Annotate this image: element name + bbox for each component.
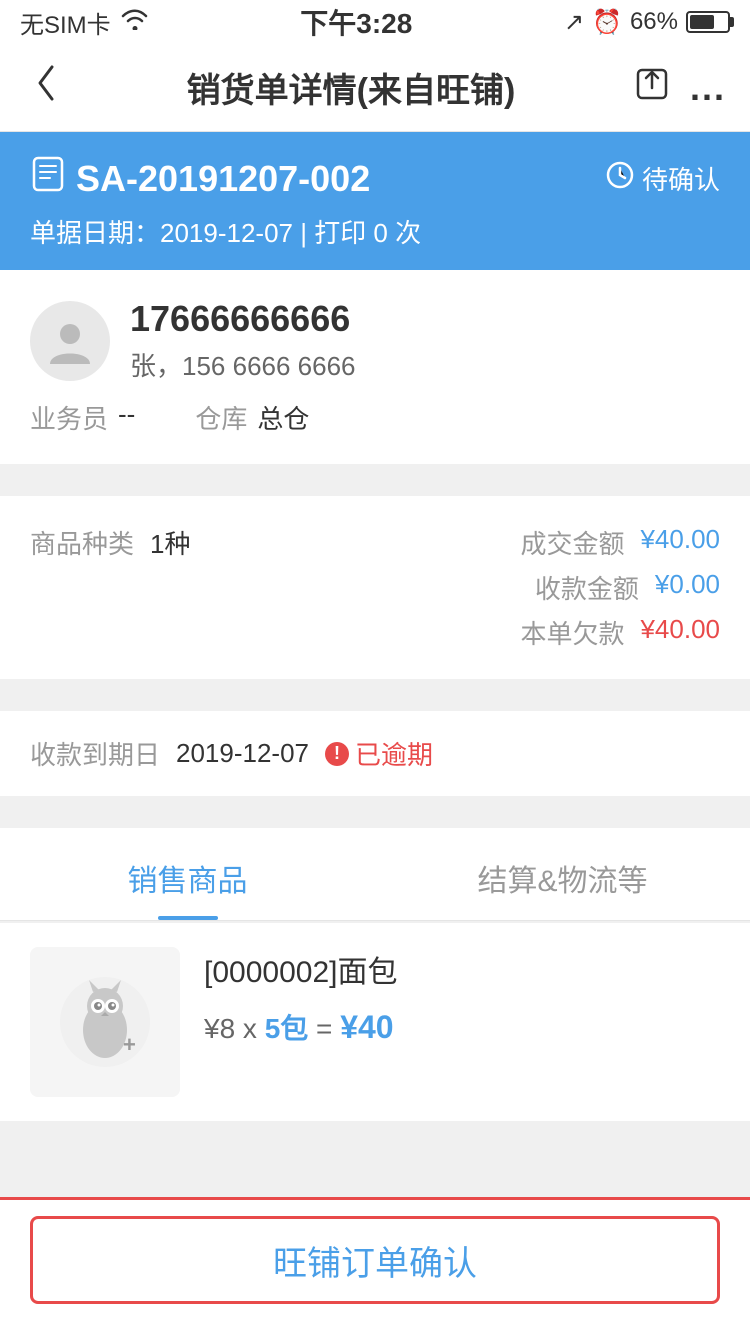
customer-info: 17666666666 张，156 6666 6666: [130, 298, 356, 383]
divider-2: [0, 695, 750, 711]
equals: =: [308, 1013, 340, 1044]
overdue-icon: !: [325, 742, 349, 766]
svg-text:+: +: [123, 1032, 136, 1057]
summary-left: 商品种类 1种: [30, 524, 190, 561]
order-id: SA-20191207-002: [30, 156, 370, 201]
tabs-container: 销售商品 结算&物流等: [0, 828, 750, 921]
wifi-icon: [121, 8, 149, 37]
more-icon[interactable]: ...: [690, 67, 726, 109]
back-button[interactable]: [24, 53, 68, 122]
customer-phone: 17666666666: [130, 298, 356, 340]
status-bar-left: 无SIM卡: [20, 5, 149, 40]
nav-bar: 销货单详情(来自旺铺) ...: [0, 44, 750, 132]
warehouse-value: 总仓: [257, 399, 309, 436]
tabs: 销售商品 结算&物流等: [0, 828, 750, 921]
product-image: +: [30, 947, 180, 1097]
order-icon: [30, 156, 66, 201]
price-unit: ¥8 x: [204, 1013, 265, 1044]
customer-card: 17666666666 张，156 6666 6666 业务员 -- 仓库 总仓: [0, 270, 750, 464]
product-price: ¥8 x 5包 = ¥40: [204, 1007, 720, 1047]
owed-label: 本单欠款: [520, 614, 624, 651]
alarm-icon: ⏰: [592, 8, 622, 37]
avatar: [30, 301, 110, 381]
order-date: 单据日期：2019-12-07 | 打印 0 次: [30, 213, 720, 250]
clock-icon: [606, 161, 634, 196]
salesperson-item: 业务员 --: [30, 399, 135, 436]
product-name: [0000002]面包: [204, 947, 720, 991]
owed-row: 本单欠款 ¥40.00: [520, 614, 720, 651]
order-header-top: SA-20191207-002 待确认: [30, 156, 720, 201]
quantity: 5包: [265, 1013, 309, 1044]
product-types-value: 1种: [150, 524, 190, 561]
warehouse-label: 仓库: [195, 399, 247, 436]
customer-meta: 业务员 -- 仓库 总仓: [30, 399, 720, 436]
tab-settlement[interactable]: 结算&物流等: [375, 828, 750, 920]
product-info: [0000002]面包 ¥8 x 5包 = ¥40: [204, 947, 720, 1047]
carrier-text: 无SIM卡: [20, 5, 111, 40]
overdue-badge: ! 已逾期: [325, 735, 433, 772]
received-value: ¥0.00: [655, 569, 720, 606]
received-label: 收款金额: [535, 569, 639, 606]
location-icon: ↗: [564, 8, 584, 37]
transaction-label: 成交金额: [520, 524, 624, 561]
summary-row: 商品种类 1种 成交金额 ¥40.00 收款金额 ¥0.00 本单欠款 ¥40.…: [30, 524, 720, 651]
overdue-text: 已逾期: [355, 735, 433, 772]
tab-sales-products[interactable]: 销售商品: [0, 828, 375, 920]
page-title: 销货单详情(来自旺铺): [187, 63, 516, 112]
battery-percent: 66%: [630, 8, 678, 36]
product-section: + [0000002]面包 ¥8 x 5包 = ¥40: [0, 923, 750, 1121]
divider-1: [0, 480, 750, 496]
salesperson-value: --: [118, 399, 135, 436]
battery-icon: [686, 11, 730, 33]
nav-actions: ...: [634, 66, 726, 109]
received-row: 收款金额 ¥0.00: [535, 569, 720, 606]
salesperson-label: 业务员: [30, 399, 108, 436]
transaction-row: 成交金额 ¥40.00: [520, 524, 720, 561]
transaction-value: ¥40.00: [640, 524, 720, 561]
product-item: + [0000002]面包 ¥8 x 5包 = ¥40: [30, 947, 720, 1097]
due-date: 2019-12-07: [176, 738, 309, 769]
order-header: SA-20191207-002 待确认 单据日期：2019-12-07 | 打印…: [0, 132, 750, 270]
due-label: 收款到期日: [30, 735, 160, 772]
product-image-placeholder: +: [55, 972, 155, 1072]
share-icon[interactable]: [634, 66, 670, 109]
bottom-bar: 旺铺订单确认: [0, 1197, 750, 1334]
order-status: 待确认: [606, 160, 720, 197]
product-types-label: 商品种类: [30, 524, 134, 561]
status-bar-time: 下午3:28: [300, 2, 412, 42]
status-bar-right: ↗ ⏰ 66%: [564, 8, 730, 37]
warehouse-item: 仓库 总仓: [195, 399, 309, 436]
customer-name: 张，156 6666 6666: [130, 346, 356, 383]
summary-card: 商品种类 1种 成交金额 ¥40.00 收款金额 ¥0.00 本单欠款 ¥40.…: [0, 496, 750, 679]
status-bar: 无SIM卡 下午3:28 ↗ ⏰ 66%: [0, 0, 750, 44]
total-price: ¥40: [340, 1009, 393, 1045]
owed-value: ¥40.00: [640, 614, 720, 651]
confirm-order-button[interactable]: 旺铺订单确认: [30, 1216, 720, 1304]
customer-top: 17666666666 张，156 6666 6666: [30, 298, 720, 383]
divider-3: [0, 812, 750, 828]
battery-fill: [690, 15, 714, 29]
due-card: 收款到期日 2019-12-07 ! 已逾期: [0, 711, 750, 796]
summary-right: 成交金额 ¥40.00 收款金额 ¥0.00 本单欠款 ¥40.00: [520, 524, 720, 651]
